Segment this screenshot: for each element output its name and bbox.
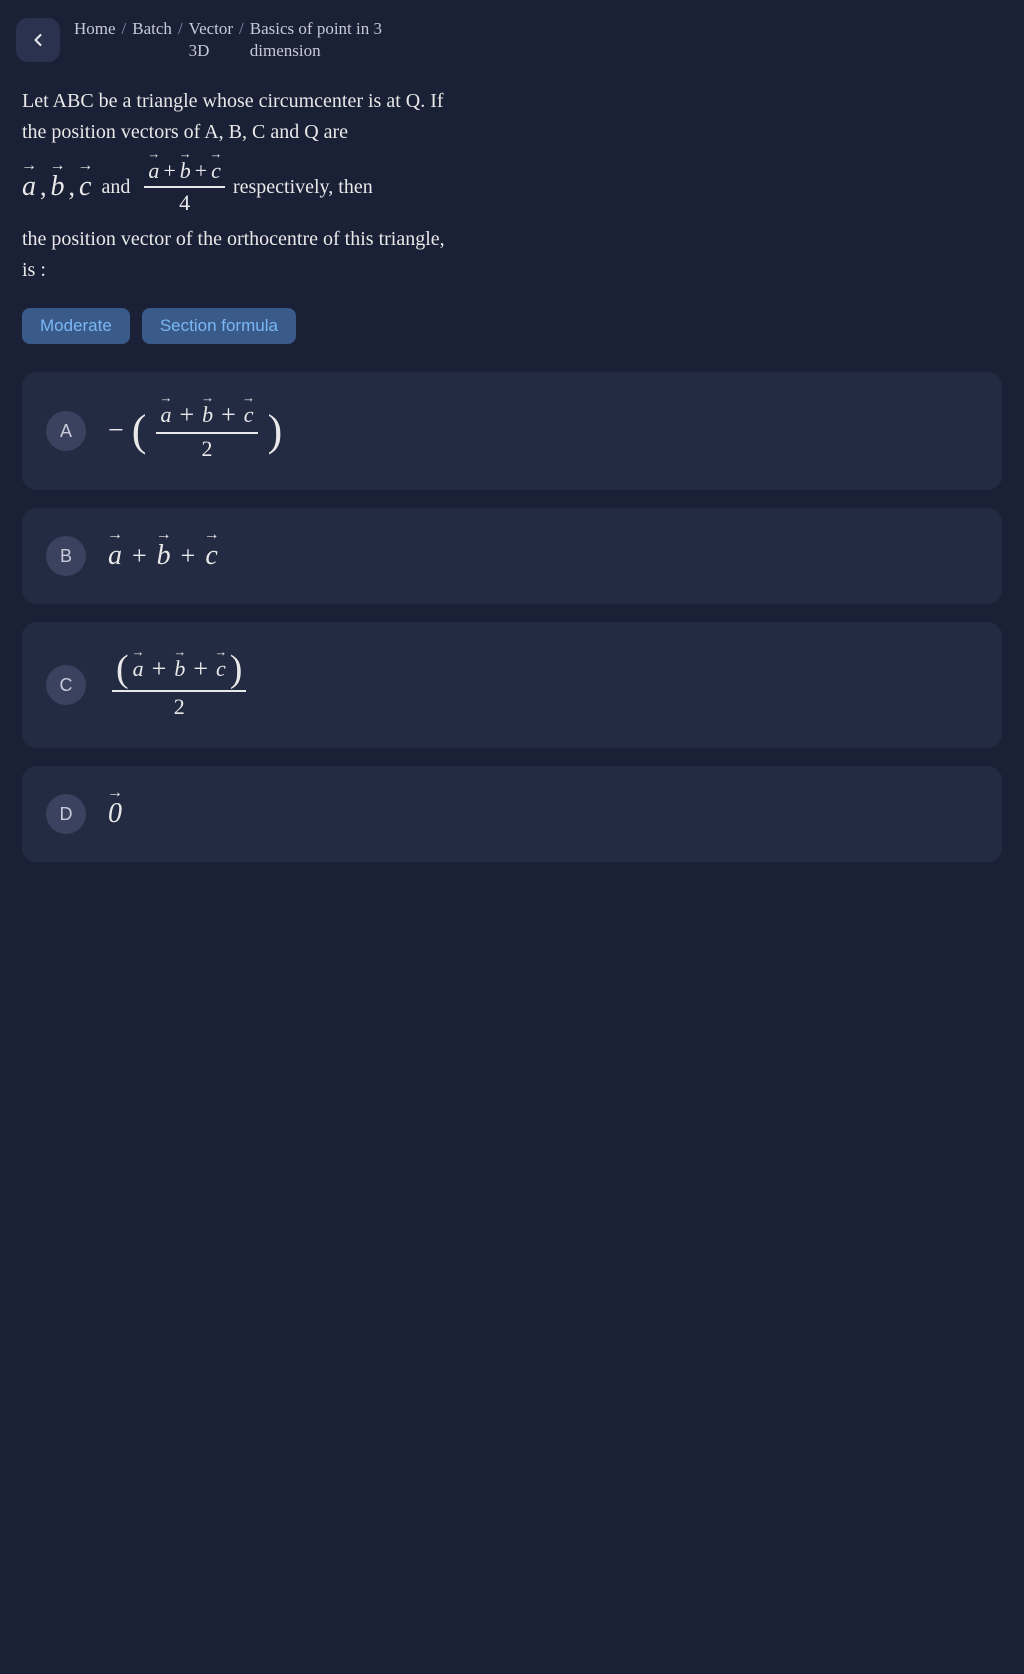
fraction-denominator: 4 (175, 188, 194, 216)
frac-vec-c: c (211, 158, 221, 184)
option-c-math: ( a + b + c ) 2 (108, 650, 250, 720)
option-a-card[interactable]: A − ( a + b + c 2 ) (22, 372, 1002, 490)
question-body: Let ABC be a triangle whose circumcenter… (0, 78, 1024, 900)
question-line1: Let ABC be a triangle whose circumcenter… (22, 90, 444, 112)
breadcrumb-vector: Vector 3D (189, 18, 233, 62)
vector-top: Vector (189, 18, 233, 40)
option-a-numerator: a + b + c (156, 400, 257, 434)
back-button[interactable] (16, 18, 60, 62)
frac-vec-a: a (148, 158, 159, 184)
option-a-label: A (46, 411, 86, 451)
option-a-lparen: ( (132, 409, 147, 453)
option-a-math: − ( a + b + c 2 ) (108, 400, 282, 462)
opt-b-vec-c: c (205, 540, 217, 572)
option-a-neg: − (108, 415, 124, 447)
option-a-rparen: ) (268, 409, 283, 453)
frac-plus2: + (195, 158, 207, 184)
tag-section-formula: Section formula (142, 308, 296, 344)
vec-a: a (22, 171, 36, 203)
comma1: , (40, 172, 47, 202)
opt-a-vec-a: a (160, 402, 171, 428)
opt-b-vec-a: a (108, 540, 122, 572)
opt-c-vec-c: c (216, 656, 226, 682)
opt-c-lparen: ( (116, 650, 129, 688)
option-c-denom: 2 (170, 692, 189, 720)
option-a-denom: 2 (198, 434, 217, 462)
option-b-math: a + b + c (108, 540, 218, 572)
fraction-numerator: a + b + c (144, 158, 225, 188)
option-c-fraction: ( a + b + c ) 2 (112, 650, 246, 720)
breadcrumb-basics: Basics of point in 3 dimension (250, 18, 382, 62)
vec-b: b (51, 171, 65, 203)
option-c-label: C (46, 665, 86, 705)
opt-a-vec-b: b (202, 402, 213, 428)
option-d-card[interactable]: D 0 (22, 766, 1002, 862)
opt-c-vec-b: b (174, 656, 185, 682)
opt-c-vec-a: a (133, 656, 144, 682)
option-d-label: D (46, 794, 86, 834)
option-d-math: 0 (108, 798, 122, 830)
vector-bottom: 3D (189, 40, 233, 62)
question-line4: the position vector of the orthocentre o… (22, 224, 1002, 286)
frac-vec-b: b (180, 158, 191, 184)
question-line2: the position vectors of A, B, C and Q ar… (22, 121, 348, 143)
question-math-block: a , b , c and a + b + c 4 respectively, … (22, 158, 1002, 216)
breadcrumb-sep1: / (122, 18, 127, 40)
option-b-card[interactable]: B a + b + c (22, 508, 1002, 604)
tags-row: Moderate Section formula (22, 308, 1002, 344)
frac-plus1: + (163, 158, 175, 184)
option-a-fraction: a + b + c 2 (156, 400, 257, 462)
opt-b-vec-b: b (157, 540, 171, 572)
respectively-label: respectively, then (233, 176, 373, 199)
breadcrumb-home: Home (74, 18, 116, 40)
breadcrumb-sep3: / (239, 18, 244, 40)
breadcrumb-sep2: / (178, 18, 183, 40)
breadcrumb: Home / Batch / Vector 3D / Basics of poi… (74, 18, 382, 62)
vec-c: c (79, 171, 91, 203)
question-fraction: a + b + c 4 (144, 158, 225, 216)
opt-c-rparen: ) (230, 650, 243, 688)
header: Home / Batch / Vector 3D / Basics of poi… (0, 0, 1024, 78)
breadcrumb-batch: Batch (132, 18, 172, 40)
opt-d-vec-zero: 0 (108, 798, 122, 830)
comma2: , (69, 172, 76, 202)
basics-top: Basics of point in 3 (250, 18, 382, 40)
opt-a-vec-c: c (244, 402, 254, 428)
question-text: Let ABC be a triangle whose circumcenter… (22, 86, 1002, 148)
tag-moderate: Moderate (22, 308, 130, 344)
option-c-card[interactable]: C ( a + b + c ) 2 (22, 622, 1002, 748)
and-label: and (101, 176, 130, 199)
option-b-label: B (46, 536, 86, 576)
option-c-numerator: ( a + b + c ) (112, 650, 246, 692)
basics-bottom: dimension (250, 40, 382, 62)
